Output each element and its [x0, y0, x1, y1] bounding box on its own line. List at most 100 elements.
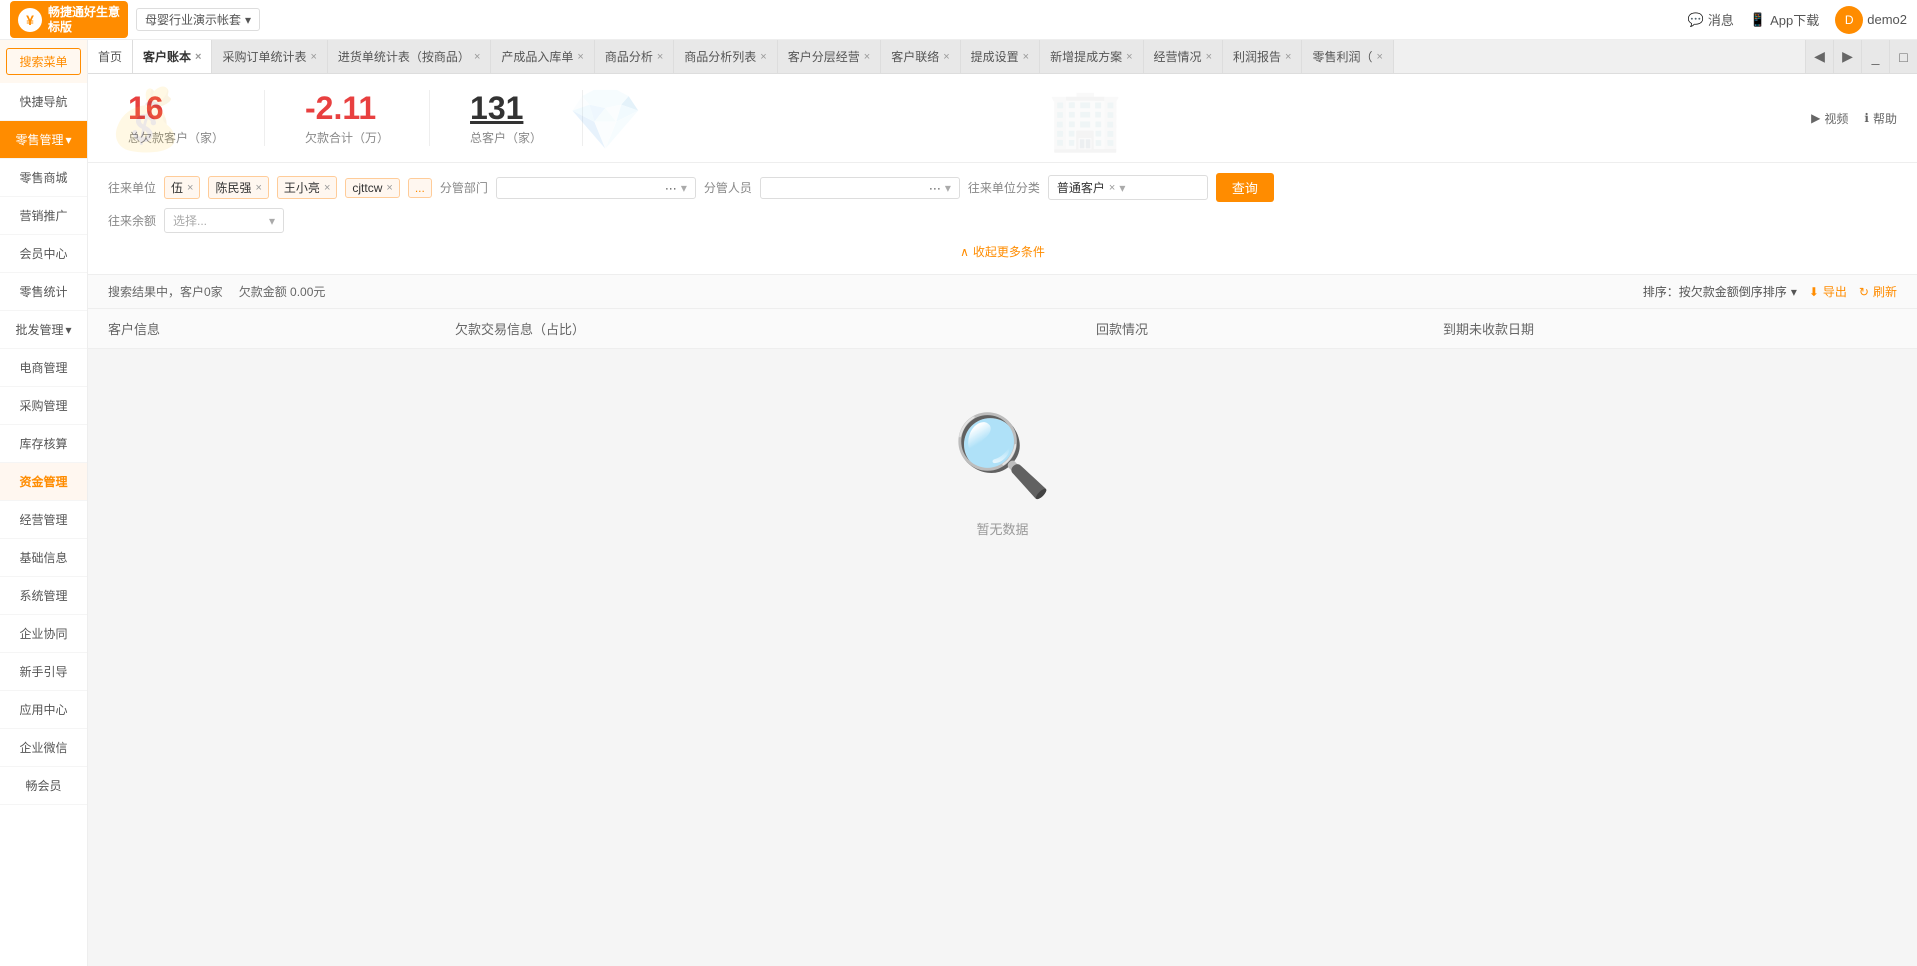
tab-product-instock[interactable]: 产成品入库单 ×	[491, 40, 594, 73]
tab-close-1[interactable]: ×	[310, 51, 316, 63]
col-repayment: 回款情况	[1076, 309, 1423, 349]
tab-close-12[interactable]: ×	[1376, 51, 1382, 63]
tab-label: 采购订单统计表	[222, 48, 306, 65]
remove-tag-wang[interactable]: ×	[324, 182, 330, 194]
sidebar-item-operations-mgmt[interactable]: 经营管理	[0, 501, 87, 539]
message-icon: 💬	[1688, 12, 1704, 28]
tab-home[interactable]: 首页	[88, 40, 133, 73]
sidebar-item-purchase[interactable]: 采购管理	[0, 387, 87, 425]
user-area[interactable]: D demo2	[1835, 6, 1907, 34]
tab-next-btn[interactable]: ▶	[1833, 40, 1861, 74]
col-debt-info: 欠款交易信息（占比）	[435, 309, 1076, 349]
results-actions: 排序：按欠款金额倒序排序 ▾ ⬇ 导出 ↻ 刷新	[1643, 283, 1897, 300]
balance-select[interactable]: 选择... ▾	[164, 208, 284, 233]
collapse-icon: ∧	[960, 245, 969, 259]
refresh-btn[interactable]: ↻ 刷新	[1859, 283, 1897, 300]
tab-close-6[interactable]: ×	[864, 51, 870, 63]
page-content: 💰 💎 🏢 16 总欠款客户（家） -2.11 欠款合计（万） 131 总客户（…	[88, 74, 1917, 966]
tab-close-8[interactable]: ×	[1023, 51, 1029, 63]
empty-text: 暂无数据	[976, 519, 1028, 538]
sidebar-item-member-center[interactable]: 会员中心	[0, 235, 87, 273]
person-select[interactable]: ··· ▾	[760, 177, 960, 199]
tab-purchase-order-stats[interactable]: 采购订单统计表 ×	[212, 40, 327, 73]
tab-maximize-btn[interactable]: □	[1889, 40, 1917, 74]
filter-more-btn[interactable]: ...	[408, 178, 432, 198]
balance-label: 往来余额	[108, 212, 156, 229]
sidebar-item-vip-member[interactable]: 畅会员	[0, 767, 87, 805]
tab-close-9[interactable]: ×	[1126, 51, 1132, 63]
sidebar-item-quick-nav[interactable]: 快捷导航	[0, 83, 87, 121]
total-customers2-value[interactable]: 131	[470, 90, 523, 127]
tab-product-analysis-list[interactable]: 商品分析列表 ×	[674, 40, 777, 73]
filter-tag-cjttcw: cjttcw ×	[345, 178, 399, 198]
remove-tag-cjttcw[interactable]: ×	[386, 182, 392, 194]
tab-close-customer-ledger[interactable]: ×	[195, 51, 201, 63]
tab-instock-stats[interactable]: 进货单统计表（按商品） ×	[328, 40, 491, 73]
tab-label: 进货单统计表（按商品）	[338, 48, 470, 65]
help-btn[interactable]: ℹ 帮助	[1864, 110, 1897, 127]
sidebar-item-system-mgmt[interactable]: 系统管理	[0, 577, 87, 615]
collapse-container: ∧ 收起更多条件	[108, 239, 1897, 264]
sort-select[interactable]: 排序：按欠款金额倒序排序 ▾	[1643, 283, 1797, 300]
empty-state: 🔍 暂无数据	[88, 349, 1917, 598]
sidebar-item-retail-mall[interactable]: 零售商城	[0, 159, 87, 197]
tab-close-10[interactable]: ×	[1206, 51, 1212, 63]
top-bar-right: 💬 消息 📱 App下载 D demo2	[1688, 6, 1907, 34]
tab-product-analysis[interactable]: 商品分析 ×	[595, 40, 674, 73]
tab-close-7[interactable]: ×	[943, 51, 949, 63]
filter-row-2: 往来余额 选择... ▾	[108, 208, 1897, 233]
sidebar-item-retail-stats[interactable]: 零售统计	[0, 273, 87, 311]
sidebar-item-capital-mgmt[interactable]: 资金管理	[0, 463, 87, 501]
sidebar-item-wholesale-mgmt[interactable]: 批发管理 ▾	[0, 311, 87, 349]
remove-tag-wu[interactable]: ×	[187, 182, 193, 194]
tab-controls: ◀ ▶ _ □	[1805, 40, 1917, 74]
tab-raise-settings[interactable]: 提成设置 ×	[961, 40, 1040, 73]
empty-icon: 🔍	[953, 409, 1053, 503]
video-btn[interactable]: ▶ 视频	[1811, 110, 1848, 127]
tab-profit-report[interactable]: 利润报告 ×	[1223, 40, 1302, 73]
remove-tag-chen[interactable]: ×	[255, 182, 261, 194]
search-menu-button[interactable]: 搜索菜单	[6, 48, 81, 75]
tab-customer-ledger[interactable]: 客户账本 ×	[133, 40, 212, 73]
sidebar-item-retail-mgmt[interactable]: 零售管理 ▾	[0, 121, 87, 159]
dept-select[interactable]: ··· ▾	[496, 177, 696, 199]
sidebar-search-area: 搜索菜单	[0, 40, 87, 83]
sidebar-item-inventory[interactable]: 库存核算	[0, 425, 87, 463]
tab-close-4[interactable]: ×	[657, 51, 663, 63]
tab-prev-btn[interactable]: ◀	[1805, 40, 1833, 74]
top-bar-left: ¥ 畅捷通好生意 标版 母婴行业演示帐套 ▾	[10, 1, 260, 38]
unit-category-select[interactable]: 普通客户 × ▾	[1048, 175, 1208, 200]
remove-category-tag[interactable]: ×	[1109, 182, 1115, 194]
tab-new-raise-plan[interactable]: 新增提成方案 ×	[1040, 40, 1143, 73]
sidebar-item-basic-info[interactable]: 基础信息	[0, 539, 87, 577]
tab-customer-tier-ops[interactable]: 客户分层经营 ×	[778, 40, 881, 73]
account-selector[interactable]: 母婴行业演示帐套 ▾	[136, 8, 260, 31]
filter-tag-wang: 王小亮 ×	[277, 176, 337, 199]
collapse-btn[interactable]: ∧ 收起更多条件	[960, 243, 1045, 260]
sidebar-item-app-center[interactable]: 应用中心	[0, 691, 87, 729]
sidebar-item-enterprise-coop[interactable]: 企业协同	[0, 615, 87, 653]
message-btn[interactable]: 💬 消息	[1688, 10, 1734, 29]
tab-close-3[interactable]: ×	[577, 51, 583, 63]
sidebar-item-marketing[interactable]: 营销推广	[0, 197, 87, 235]
tab-customer-contact[interactable]: 客户联络 ×	[881, 40, 960, 73]
tab-label: 零售利润（	[1312, 48, 1372, 65]
tab-minimize-btn[interactable]: _	[1861, 40, 1889, 74]
tab-label: 商品分析列表	[684, 48, 756, 65]
person-label: 分管人员	[704, 179, 752, 196]
tab-close-11[interactable]: ×	[1285, 51, 1291, 63]
sidebar-item-enterprise-wechat[interactable]: 企业微信	[0, 729, 87, 767]
tab-label: 利润报告	[1233, 48, 1281, 65]
query-button[interactable]: 查询	[1216, 173, 1274, 202]
refresh-icon: ↻	[1859, 285, 1869, 299]
tab-close-2[interactable]: ×	[474, 51, 480, 63]
table-header: 客户信息 欠款交易信息（占比） 回款情况 到期未收款日期	[88, 309, 1917, 349]
arrow-icon-category: ▾	[1119, 181, 1125, 195]
tab-retail-profit[interactable]: 零售利润（ ×	[1302, 40, 1393, 73]
tab-ops-status[interactable]: 经营情况 ×	[1144, 40, 1223, 73]
app-download-btn[interactable]: 📱 App下载	[1750, 10, 1819, 29]
sidebar-item-new-guide[interactable]: 新手引导	[0, 653, 87, 691]
export-btn[interactable]: ⬇ 导出	[1809, 283, 1847, 300]
sidebar-item-ecommerce[interactable]: 电商管理	[0, 349, 87, 387]
tab-close-5[interactable]: ×	[760, 51, 766, 63]
